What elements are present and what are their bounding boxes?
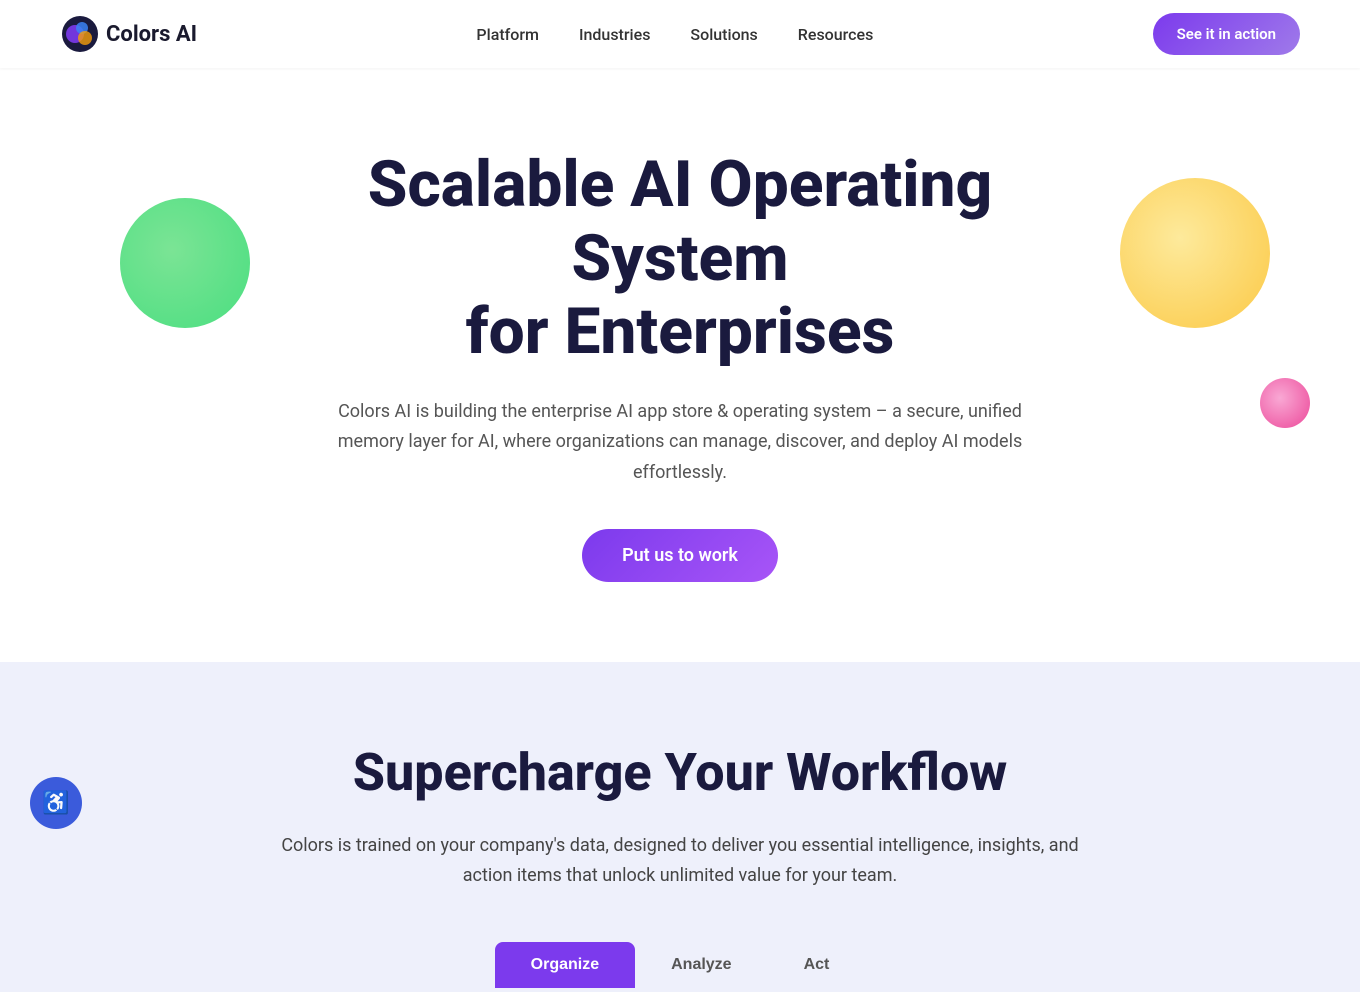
accessibility-icon: ♿ xyxy=(42,790,69,816)
hero-cta-button[interactable]: Put us to work xyxy=(582,529,778,582)
decorative-circle-green xyxy=(120,198,250,328)
nav-link-platform[interactable]: Platform xyxy=(476,25,539,44)
nav-links: Platform Industries Solutions Resources xyxy=(476,25,873,44)
nav-item-solutions[interactable]: Solutions xyxy=(690,25,757,44)
logo-text: Colors AI xyxy=(106,22,197,47)
hero-title-line1: Scalable AI Operating System xyxy=(368,147,992,296)
decorative-circle-yellow xyxy=(1120,178,1270,328)
nav-link-resources[interactable]: Resources xyxy=(798,25,874,44)
decorative-circle-pink xyxy=(1260,378,1310,428)
workflow-subtitle: Colors is trained on your company's data… xyxy=(270,831,1090,892)
hero-subtitle: Colors AI is building the enterprise AI … xyxy=(330,397,1030,489)
workflow-title: Supercharge Your Workflow xyxy=(20,742,1340,803)
logo[interactable]: Colors AI xyxy=(60,14,197,54)
workflow-section: Supercharge Your Workflow Colors is trai… xyxy=(0,662,1360,992)
nav-item-resources[interactable]: Resources xyxy=(798,25,874,44)
tab-organize[interactable]: Organize xyxy=(495,942,635,988)
hero-section: Scalable AI Operating System for Enterpr… xyxy=(0,68,1360,662)
tab-act[interactable]: Act xyxy=(768,942,866,988)
tab-analyze[interactable]: Analyze xyxy=(635,942,767,988)
hero-title: Scalable AI Operating System for Enterpr… xyxy=(280,148,1080,369)
nav-cta-button[interactable]: See it in action xyxy=(1153,13,1300,55)
nav-link-solutions[interactable]: Solutions xyxy=(690,25,757,44)
nav-link-industries[interactable]: Industries xyxy=(579,25,650,44)
accessibility-button[interactable]: ♿ xyxy=(30,777,82,829)
logo-icon xyxy=(60,14,100,54)
nav-item-industries[interactable]: Industries xyxy=(579,25,650,44)
workflow-tabs: Organize Analyze Act xyxy=(20,942,1340,988)
nav-item-platform[interactable]: Platform xyxy=(476,25,539,44)
hero-title-line2: for Enterprises xyxy=(466,294,895,369)
navbar: Colors AI Platform Industries Solutions … xyxy=(0,0,1360,68)
